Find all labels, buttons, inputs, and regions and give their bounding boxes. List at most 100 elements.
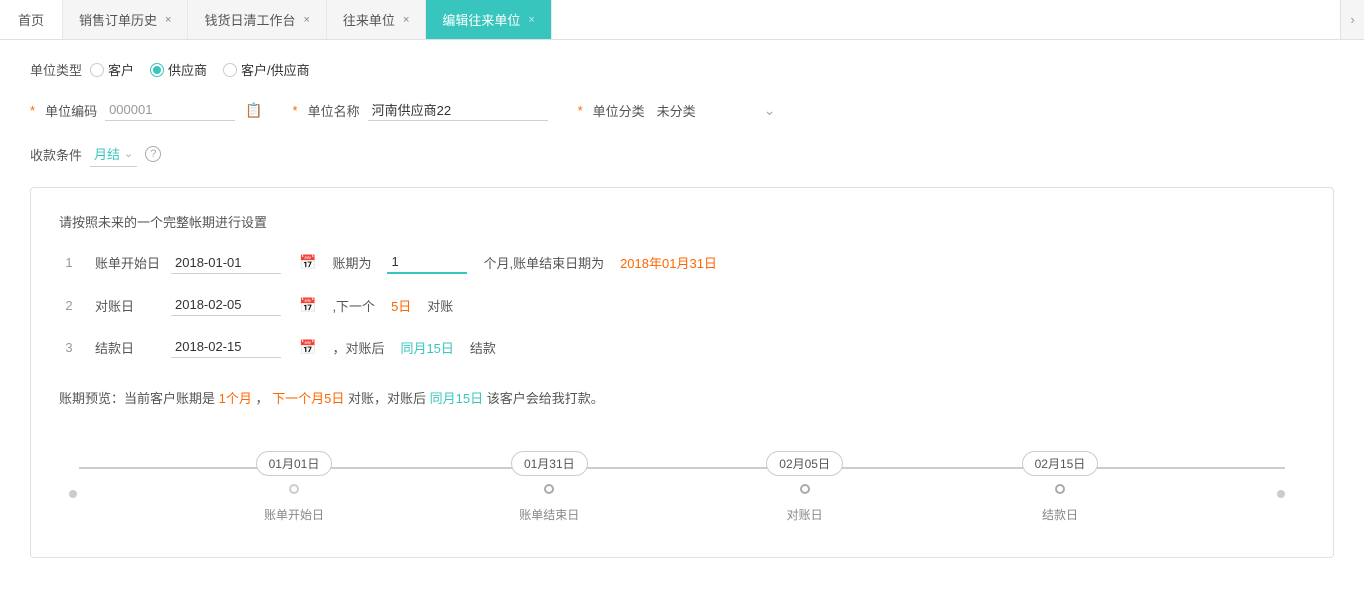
tab-sales-history-label: 销售订单历史: [79, 10, 157, 29]
tab-edit-partner-close[interactable]: ×: [528, 14, 534, 26]
row-2-type: 对账日: [95, 296, 155, 315]
unit-name-star: *: [293, 103, 298, 118]
preview-mid2: 对账，对账后: [348, 391, 426, 406]
timeline-start-cap: [69, 490, 77, 498]
unit-type-row: 单位类型 客户 供应商 客户/供应商: [30, 60, 1334, 79]
radio-supplier-label: 供应商: [168, 60, 207, 79]
payment-row: 收款条件 月结 ⌄ ?: [30, 141, 1334, 167]
row-3-suffix: 结款: [470, 338, 496, 357]
tab-bar: 首页 销售订单历史 × 钱货日清工作台 × 往来单位 × 编辑往来单位 × ›: [0, 0, 1364, 40]
radio-customer-supplier[interactable]: 客户/供应商: [223, 60, 310, 79]
unit-type-radio-group: 客户 供应商 客户/供应商: [90, 60, 310, 79]
timeline-bubble-1: 01月01日: [256, 451, 333, 476]
unit-category-dropdown-icon[interactable]: ⌄: [764, 102, 776, 119]
unit-code-group: * 单位编码 📋: [30, 99, 263, 121]
row-3-calendar-icon[interactable]: 📅: [299, 339, 316, 356]
row-1-period-input[interactable]: [387, 251, 467, 274]
row-2-num: 2: [59, 298, 79, 313]
payment-value: 月结: [94, 144, 120, 163]
timeline-end-cap: [1277, 490, 1285, 498]
radio-customer-circle: [90, 63, 104, 77]
tab-home-label: 首页: [18, 10, 44, 29]
preview-part1: 1个月: [219, 391, 252, 406]
unit-category-star: *: [578, 103, 583, 118]
timeline-label-3: 对账日: [787, 506, 823, 523]
setting-row-3: 3 结款日 📅 ，对账后 同月15日 结款: [59, 336, 1305, 358]
settings-card: 请按照未来的一个完整帐期进行设置 1 账单开始日 📅 账期为 个月,账单结束日期…: [30, 187, 1334, 558]
row-1-calendar-icon[interactable]: 📅: [299, 254, 316, 271]
unit-code-label: 单位编码: [45, 101, 97, 120]
timeline-label-4: 结款日: [1042, 506, 1078, 523]
preview-prefix: 账期预览：当前客户账期是: [59, 391, 215, 406]
row-1-suffix-before: 账期为: [332, 253, 371, 272]
payment-select[interactable]: 月结 ⌄: [90, 141, 137, 167]
row-1-highlight: 2018年01月31日: [620, 253, 717, 272]
unit-name-label: 单位名称: [308, 101, 360, 120]
tab-cash-work[interactable]: 钱货日清工作台 ×: [188, 0, 326, 39]
row-3-prefix: ，对账后: [332, 338, 384, 357]
timeline-label-1: 账单开始日: [264, 506, 324, 523]
payment-group: 收款条件 月结 ⌄ ?: [30, 141, 161, 167]
tab-cash-work-close[interactable]: ×: [303, 14, 309, 26]
row-1-date-input[interactable]: [171, 252, 281, 274]
unit-name-group: * 单位名称: [293, 99, 548, 121]
unit-category-group: * 单位分类 未分类 ⌄: [578, 101, 776, 120]
row-2-prefix: ,下一个: [332, 296, 375, 315]
radio-customer-supplier-circle: [223, 63, 237, 77]
timeline-bubble-4: 02月15日: [1022, 451, 1099, 476]
tab-edit-partner-label: 编辑往来单位: [442, 10, 520, 29]
radio-supplier[interactable]: 供应商: [150, 60, 207, 79]
radio-customer[interactable]: 客户: [90, 60, 134, 79]
timeline-bubble-3: 02月05日: [766, 451, 843, 476]
unit-name-input[interactable]: [368, 99, 548, 121]
tab-partner[interactable]: 往来单位 ×: [327, 0, 426, 39]
tab-sales-history[interactable]: 销售订单历史 ×: [63, 0, 188, 39]
preview-mid1: ，: [256, 391, 269, 406]
timeline-wrapper: 01月01日 账单开始日 01月31日 账单结束日 02月05日 对账日 02月…: [59, 441, 1305, 533]
tab-scroll-arrow[interactable]: ›: [1340, 0, 1364, 39]
radio-supplier-circle: [150, 63, 164, 77]
timeline-dot-1: [289, 484, 299, 494]
payment-label: 收款条件: [30, 145, 82, 164]
row-1-type: 账单开始日: [95, 253, 155, 272]
tab-cash-work-label: 钱货日清工作台: [204, 10, 295, 29]
unit-type-group: 单位类型 客户 供应商 客户/供应商: [30, 60, 310, 79]
row-2-date-input[interactable]: [171, 294, 281, 316]
row-2-highlight: 5日: [391, 296, 411, 315]
tab-home[interactable]: 首页: [0, 0, 63, 39]
tab-partner-close[interactable]: ×: [403, 14, 409, 26]
row-1-num: 1: [59, 255, 79, 270]
timeline-points: 01月01日 账单开始日 01月31日 账单结束日 02月05日 对账日 02月…: [69, 451, 1285, 523]
unit-category-value: 未分类: [657, 101, 696, 120]
unit-code-copy-icon[interactable]: 📋: [245, 102, 262, 119]
timeline-dot-3: [800, 484, 810, 494]
preview-text: 账期预览：当前客户账期是 1个月 ， 下一个月5日 对账，对账后 同月15日 该…: [59, 378, 1305, 417]
timeline-point-3: 02月05日 对账日: [766, 451, 843, 523]
row-3-num: 3: [59, 340, 79, 355]
timeline-point-4: 02月15日 结款日: [1022, 451, 1099, 523]
timeline-point-start-dot: [69, 490, 77, 498]
card-hint: 请按照未来的一个完整帐期进行设置: [59, 212, 1305, 231]
row-1-suffix-after: 个月,账单结束日期为: [483, 253, 604, 272]
payment-help-icon[interactable]: ?: [145, 146, 161, 162]
row-2-calendar-icon[interactable]: 📅: [299, 297, 316, 314]
row-3-type: 结款日: [95, 338, 155, 357]
radio-customer-label: 客户: [108, 60, 134, 79]
main-content: 单位类型 客户 供应商 客户/供应商 * 单位编码: [0, 40, 1364, 608]
timeline-bubble-2: 01月31日: [511, 451, 588, 476]
setting-row-2: 2 对账日 📅 ,下一个 5日 对账: [59, 294, 1305, 316]
tab-sales-history-close[interactable]: ×: [165, 14, 171, 26]
payment-select-arrow: ⌄: [124, 147, 133, 160]
unit-code-input[interactable]: [105, 99, 235, 121]
row-3-highlight: 同月15日: [400, 338, 453, 357]
radio-customer-supplier-label: 客户/供应商: [241, 60, 310, 79]
row-3-date-input[interactable]: [171, 336, 281, 358]
preview-part2: 下一个月5日: [272, 391, 344, 406]
unit-category-label: 单位分类: [593, 101, 645, 120]
row-2-suffix: 对账: [427, 296, 453, 315]
timeline-point-end-dot: [1277, 490, 1285, 498]
tab-partner-label: 往来单位: [343, 10, 395, 29]
setting-row-1: 1 账单开始日 📅 账期为 个月,账单结束日期为 2018年01月31日: [59, 251, 1305, 274]
tab-edit-partner[interactable]: 编辑往来单位 ×: [426, 0, 551, 39]
timeline-point-1: 01月01日 账单开始日: [256, 451, 333, 523]
